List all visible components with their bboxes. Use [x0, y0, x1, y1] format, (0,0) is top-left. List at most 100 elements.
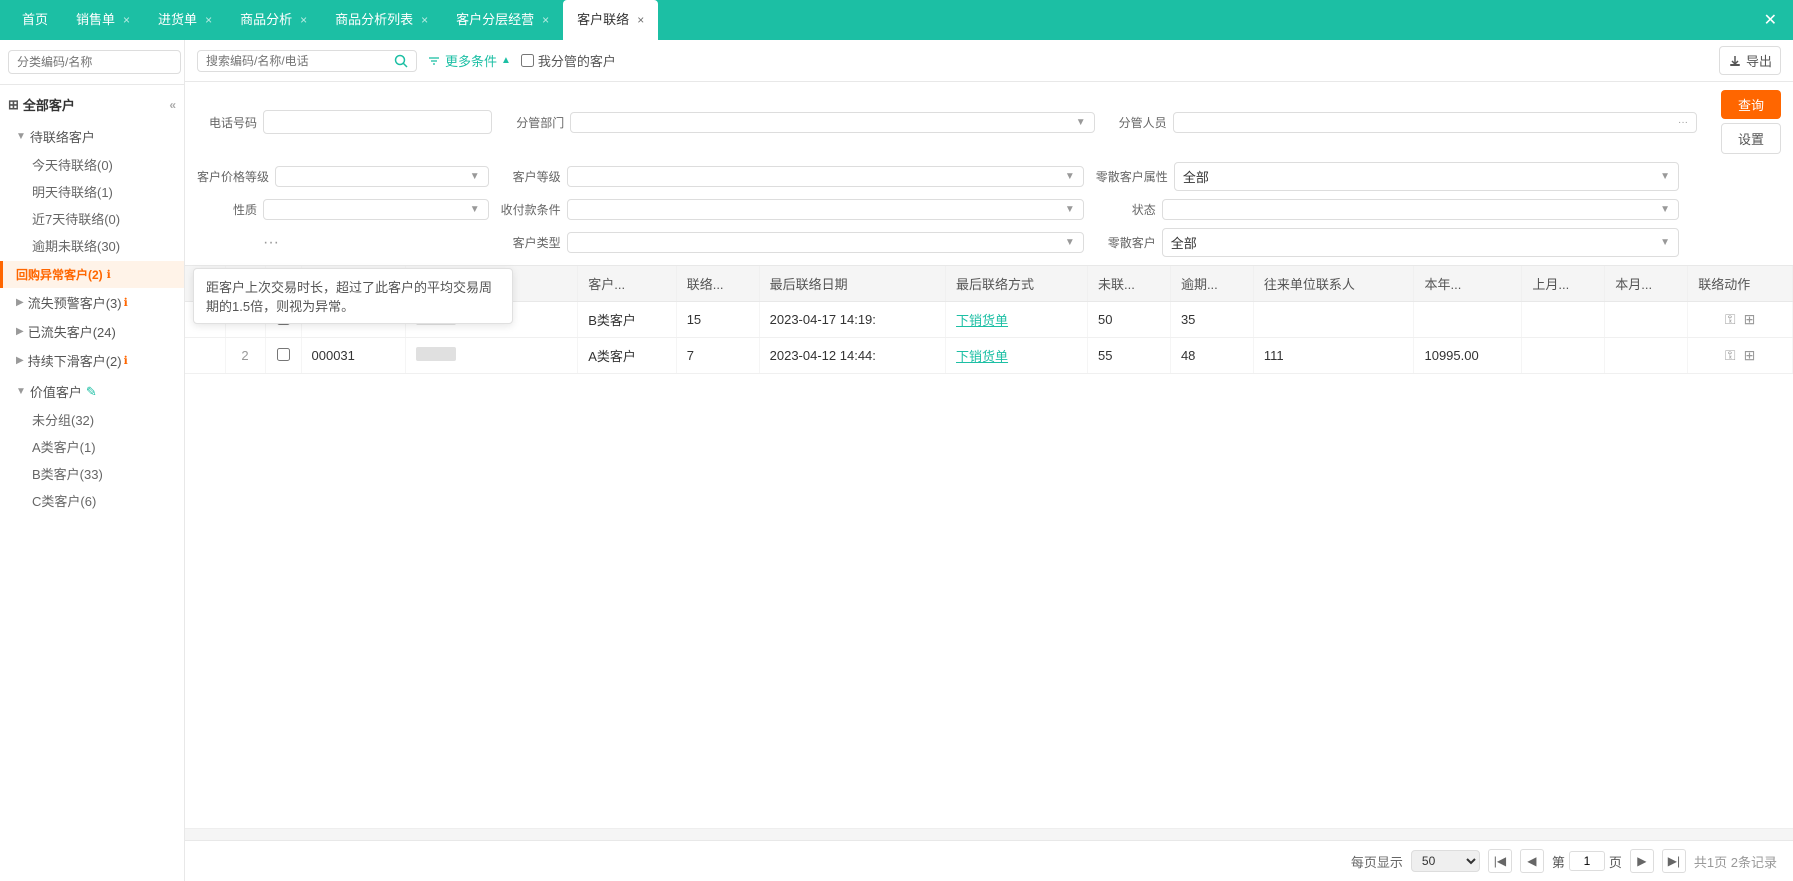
nav-item-customer-tier[interactable]: 客户分层经营 × — [442, 0, 563, 40]
nav-item-analysis-list[interactable]: 商品分析列表 × — [321, 0, 442, 40]
page-input[interactable] — [1569, 851, 1605, 871]
row2-actions: ⚿ ⊞ — [1688, 338, 1793, 374]
arrow-right-icon2: ▶ — [16, 326, 24, 337]
row1-this-month — [1605, 302, 1688, 338]
close-purchase-icon[interactable]: × — [205, 0, 212, 40]
filter-retail-customer-select[interactable]: 全部 ▼ — [1162, 228, 1679, 257]
section-value-customers: ▼ 价值客户 ✎ 未分组(32) A类客户(1) B类客户(33) C类客户(6 — [0, 377, 184, 514]
table-row: 2 000031 A类客户 — [185, 338, 1793, 374]
filter-retail-attr: 零散客户属性 全部 ▼ — [1096, 162, 1679, 191]
collapse-icon[interactable]: « — [169, 98, 176, 112]
nav-item-sales[interactable]: 销售单 × — [62, 0, 144, 40]
section-value-customers-header[interactable]: ▼ 价值客户 ✎ — [0, 377, 184, 406]
sidebar-item-today[interactable]: 今天待联络(0) — [0, 151, 184, 178]
section-pending-contact: ▼ 待联络客户 今天待联络(0) 明天待联络(1) 近7天待联络(0) 逾期未联… — [0, 122, 184, 259]
row2-check[interactable] — [265, 338, 301, 374]
filter-my-customer[interactable]: 我分管的客户 — [521, 51, 616, 70]
chevron-down-icon10: ▼ — [1660, 237, 1670, 248]
filter-bar: 更多条件 ▲ 我分管的客户 导出 — [185, 40, 1793, 82]
filter-customer-level-select[interactable]: ▼ — [567, 166, 1084, 187]
sidebar-item-tomorrow[interactable]: 明天待联络(1) — [0, 178, 184, 205]
window-close-button[interactable]: ✕ — [1756, 10, 1785, 30]
chevron-down-icon9: ▼ — [1065, 237, 1075, 248]
row1-overdue: 35 — [1170, 302, 1253, 338]
nav-item-customer-contact[interactable]: 客户联络 × — [563, 0, 658, 40]
row1-link-icon[interactable]: ⚿ — [1725, 311, 1736, 328]
page-size-select[interactable]: 50 100 200 — [1411, 850, 1480, 872]
sidebar-item-overdue[interactable]: 逾期未联络(30) — [0, 232, 184, 259]
col-last-contact-date: 最后联络日期 — [759, 266, 945, 302]
setting-button[interactable]: 设置 — [1721, 123, 1781, 154]
sidebar-item-loss-warning[interactable]: ▶ 流失预警客户(3) ℹ — [0, 288, 184, 317]
filter-retail-attr-select[interactable]: 全部 ▼ — [1174, 162, 1679, 191]
filter-price-level: 客户价格等级 ▼ — [197, 166, 489, 187]
horizontal-scrollbar[interactable] — [185, 828, 1793, 840]
sidebar-search-area — [0, 40, 184, 85]
close-customer-tier-icon[interactable]: × — [542, 0, 549, 40]
filter-payment-select[interactable]: ▼ — [567, 199, 1084, 220]
chevron-down-icon7: ▼ — [1065, 204, 1075, 215]
filter-status-select[interactable]: ▼ — [1162, 199, 1679, 220]
query-button[interactable]: 查询 — [1721, 90, 1781, 119]
col-actions: 联络动作 — [1688, 266, 1793, 302]
page-first-button[interactable]: |◀ — [1488, 849, 1512, 873]
close-analysis-list-icon[interactable]: × — [421, 0, 428, 40]
filter-dept-select[interactable]: ▼ — [570, 112, 1094, 133]
row2-link-icon[interactable]: ⚿ — [1725, 347, 1736, 364]
page-next-button[interactable]: ▶ — [1630, 849, 1654, 873]
section-pending-contact-header[interactable]: ▼ 待联络客户 — [0, 122, 184, 151]
filter-search-input[interactable] — [206, 54, 390, 68]
filter-nature-select[interactable]: ▼ — [263, 199, 489, 220]
row2-more-icon[interactable]: ⊞ — [1744, 347, 1756, 364]
page-last-button[interactable]: ▶| — [1662, 849, 1686, 873]
filter-price-level-select[interactable]: ▼ — [275, 166, 489, 187]
row2-code: 000031 — [301, 338, 406, 374]
sidebar-item-7days[interactable]: 近7天待联络(0) — [0, 205, 184, 232]
chevron-down-icon4: ▼ — [1065, 171, 1075, 182]
page-prev-button[interactable]: ◀ — [1520, 849, 1544, 873]
row2-last-date: 2023-04-12 14:44: — [759, 338, 945, 374]
col-unreplied: 未联... — [1088, 266, 1171, 302]
sidebar-item-declining[interactable]: ▶ 持续下滑客户(2) ℹ — [0, 346, 184, 375]
col-customer-class: 客户... — [578, 266, 676, 302]
close-sales-icon[interactable]: × — [123, 0, 130, 40]
sidebar-all-customers[interactable]: ⊞ 全部客户 « — [0, 89, 184, 120]
sidebar-item-unclassified[interactable]: 未分组(32) — [0, 406, 184, 433]
filter-nature: 性质 ▼ — [197, 199, 489, 220]
nav-item-analysis[interactable]: 商品分析 × — [226, 0, 321, 40]
filter-phone-input[interactable] — [263, 110, 492, 134]
sidebar: ⊞ 全部客户 « ▼ 待联络客户 今天待联络(0) 明天待联络(1) — [0, 40, 185, 881]
row2-last-method: 下销货单 — [946, 338, 1088, 374]
arrow-down-icon: ▼ — [16, 131, 26, 142]
sidebar-item-class-b[interactable]: B类客户(33) — [0, 460, 184, 487]
sidebar-item-class-c[interactable]: C类客户(6) — [0, 487, 184, 514]
row2-checkbox[interactable] — [277, 348, 290, 361]
close-customer-contact-icon[interactable]: × — [637, 0, 644, 40]
nav-item-purchase[interactable]: 进货单 × — [144, 0, 226, 40]
sidebar-item-class-a[interactable]: A类客户(1) — [0, 433, 184, 460]
advanced-filter: 电话号码 分管部门 ▼ 分管人员 ··· — [185, 82, 1793, 266]
row2-unit-contact: 111 — [1253, 338, 1414, 374]
my-customer-checkbox[interactable] — [521, 54, 534, 67]
edit-icon[interactable]: ✎ — [86, 384, 97, 400]
filter-retail-customer: 零散客户 全部 ▼ — [1096, 228, 1679, 257]
more-dots-icon[interactable]: ··· — [263, 234, 279, 252]
row1-last-method: 下销货单 — [946, 302, 1088, 338]
row1-more-icon[interactable]: ⊞ — [1744, 311, 1756, 328]
row2-contact: 7 — [676, 338, 759, 374]
col-unit-contact: 往来单位联系人 — [1253, 266, 1414, 302]
filter-customer-type-select[interactable]: ▼ — [567, 232, 1084, 253]
filter-manager-select[interactable]: ··· — [1173, 112, 1697, 133]
pagination-bar: 每页显示 50 100 200 |◀ ◀ 第 页 ▶ ▶| 共1页 2条记录 — [185, 840, 1793, 881]
row1-this-year — [1414, 302, 1522, 338]
sidebar-item-lost[interactable]: ▶ 已流失客户(24) — [0, 317, 184, 346]
export-button[interactable]: 导出 — [1719, 46, 1781, 75]
grid-icon: ⊞ — [8, 97, 19, 113]
filter-more-conditions[interactable]: 更多条件 ▲ — [427, 51, 511, 70]
close-analysis-icon[interactable]: × — [300, 0, 307, 40]
sidebar-search-input[interactable] — [8, 50, 181, 74]
sidebar-item-repurchase-abnormal[interactable]: 回购异常客户(2) ℹ — [0, 261, 184, 288]
row1-unreplied: 50 — [1088, 302, 1171, 338]
filter-phone: 电话号码 — [197, 110, 492, 134]
nav-item-home[interactable]: 首页 — [8, 0, 62, 40]
